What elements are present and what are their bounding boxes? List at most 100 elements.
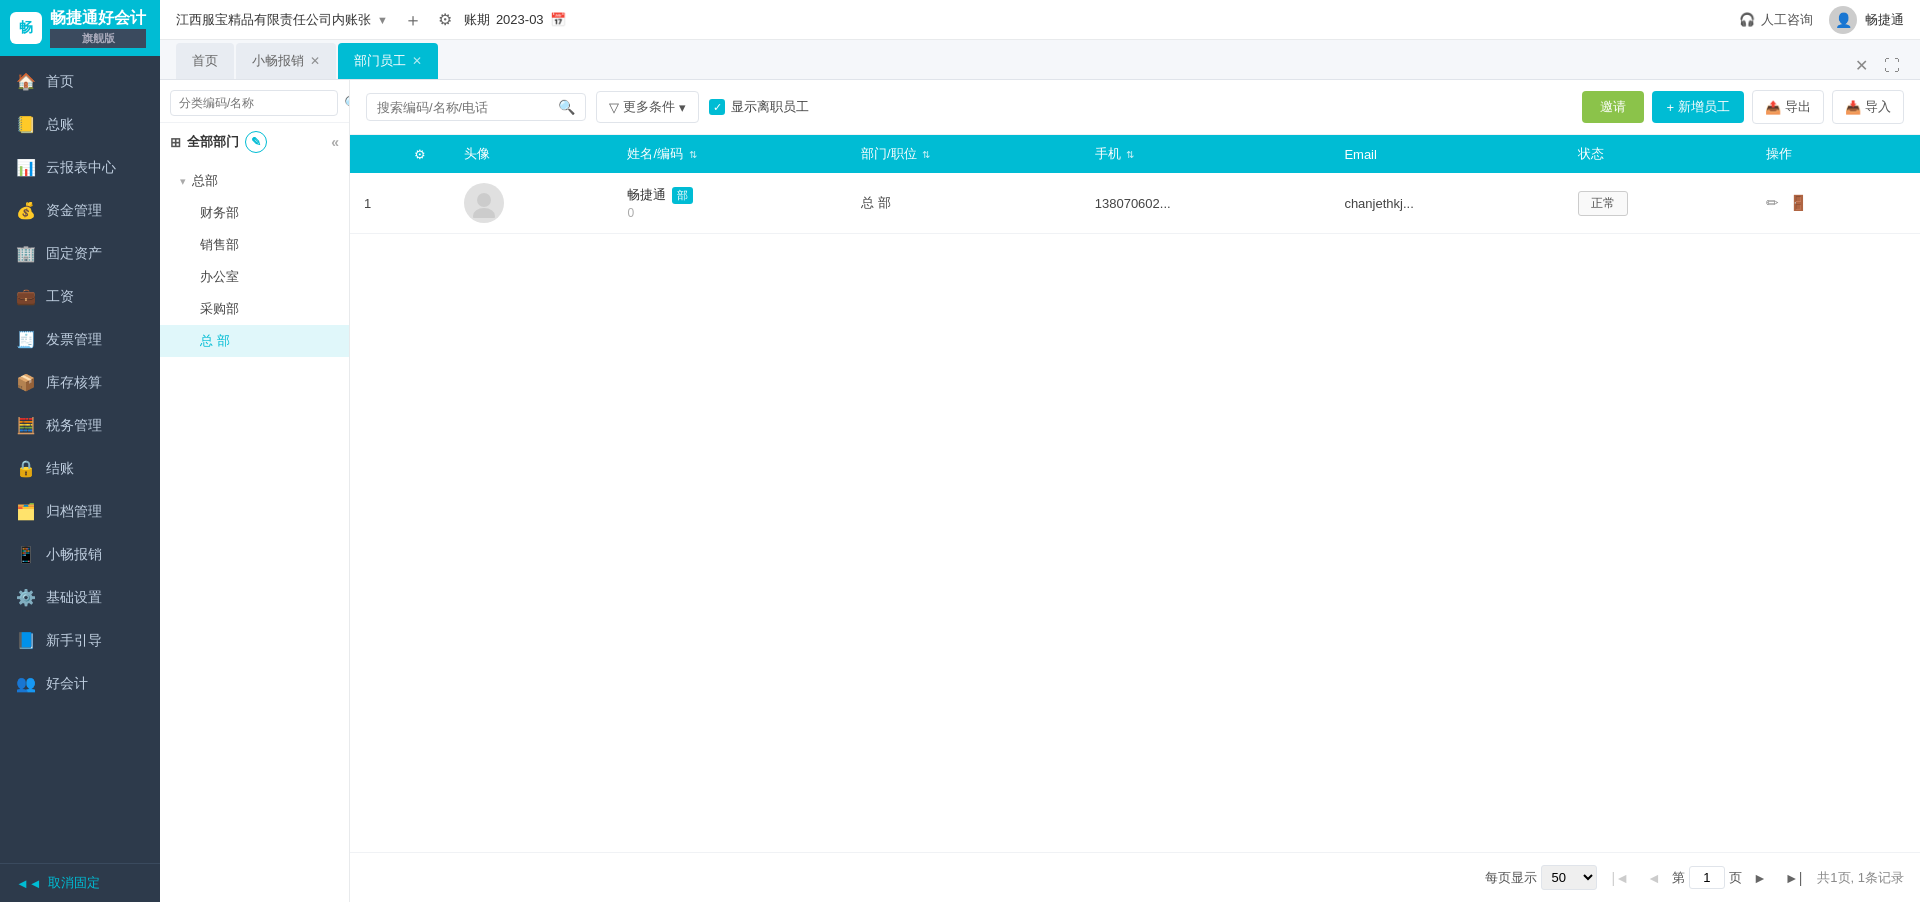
user-info[interactable]: 👤 畅捷通	[1829, 6, 1904, 34]
dept-collapse-icon[interactable]: «	[331, 134, 339, 150]
col-dept-position[interactable]: 部门/职位 ⇅	[847, 135, 1081, 173]
col-phone[interactable]: 手机 ⇅	[1081, 135, 1331, 173]
add-employee-button[interactable]: + 新增员工	[1652, 91, 1744, 123]
toolbar-right: 邀请 + 新增员工 📤 导出 📥 导入	[1582, 90, 1904, 124]
col-actions: 操作	[1752, 135, 1920, 173]
sidebar-item-closing[interactable]: 🔒 结账	[0, 447, 160, 490]
per-page-select[interactable]: 10 20 50 100	[1541, 865, 1597, 890]
sidebar-item-invoice[interactable]: 🧾 发票管理	[0, 318, 160, 361]
dept-child-office[interactable]: 办公室	[160, 261, 349, 293]
page-first-button[interactable]: |◄	[1605, 867, 1637, 889]
all-depts-label: 全部部门	[187, 133, 239, 151]
col-status: 状态	[1564, 135, 1751, 173]
dept-edit-icon[interactable]: ✎	[245, 131, 267, 153]
dept-child-sales[interactable]: 销售部	[160, 229, 349, 261]
add-company-button[interactable]: ＋	[400, 8, 426, 32]
sidebar-label-invoice: 发票管理	[46, 331, 102, 349]
archive-icon: 🗂️	[16, 502, 36, 521]
import-button[interactable]: 📥 导入	[1832, 90, 1904, 124]
sidebar-item-assets[interactable]: 🏢 固定资产	[0, 232, 160, 275]
sidebar-label-archive: 归档管理	[46, 503, 102, 521]
sidebar-item-tax[interactable]: 🧮 税务管理	[0, 404, 160, 447]
tab-dept-employee[interactable]: 部门员工 ✕	[338, 43, 438, 79]
employee-avatar	[464, 183, 504, 223]
home-icon: 🏠	[16, 72, 36, 91]
show-resigned-toggle[interactable]: ✓ 显示离职员工	[709, 98, 809, 116]
sidebar-item-ledger[interactable]: 📒 总账	[0, 103, 160, 146]
dept-root-label: 总部	[192, 172, 218, 190]
sidebar-item-expense[interactable]: 📱 小畅报销	[0, 533, 160, 576]
sidebar-item-home[interactable]: 🏠 首页	[0, 60, 160, 103]
dept-child-headquarters[interactable]: 总 部	[160, 325, 349, 357]
inventory-icon: 📦	[16, 373, 36, 392]
period-selector[interactable]: 账期 2023-03 📅	[464, 11, 566, 29]
employee-search-icon[interactable]: 🔍	[558, 99, 575, 115]
sidebar-item-guide[interactable]: 📘 新手引导	[0, 619, 160, 662]
page-size-selector[interactable]: 每页显示 10 20 50 100	[1485, 865, 1597, 890]
col-avatar: 头像	[450, 135, 613, 173]
dept-child-finance[interactable]: 财务部	[160, 197, 349, 229]
closing-icon: 🔒	[16, 459, 36, 478]
sidebar-item-archive[interactable]: 🗂️ 归档管理	[0, 490, 160, 533]
sidebar-label-settings: 基础设置	[46, 589, 102, 607]
tab-close-button[interactable]: ✕	[1851, 52, 1872, 79]
employee-search-input[interactable]	[377, 100, 552, 115]
page-prev-button[interactable]: ◄	[1640, 867, 1668, 889]
export-label: 导出	[1785, 98, 1811, 116]
sidebar-item-funds[interactable]: 💰 资金管理	[0, 189, 160, 232]
col-settings[interactable]: ⚙	[400, 135, 450, 173]
add-employee-label: 新增员工	[1678, 98, 1730, 116]
sidebar-label-tax: 税务管理	[46, 417, 102, 435]
per-page-label: 每页显示	[1485, 869, 1537, 887]
edit-employee-icon[interactable]: ✏	[1766, 194, 1779, 212]
dept-child-purchase[interactable]: 采购部	[160, 293, 349, 325]
tab-maximize-button[interactable]: ⛶	[1880, 53, 1904, 79]
more-filter-button[interactable]: ▽ 更多条件 ▾	[596, 91, 699, 123]
row-email: chanjethkj...	[1330, 173, 1564, 234]
sidebar-item-inventory[interactable]: 📦 库存核算	[0, 361, 160, 404]
import-label: 导入	[1865, 98, 1891, 116]
col-email: Email	[1330, 135, 1564, 173]
delete-employee-icon[interactable]: 🚪	[1789, 194, 1808, 212]
app-title: 畅捷通好会计	[50, 8, 146, 29]
support-button[interactable]: 🎧 人工咨询	[1739, 11, 1813, 29]
unpin-icon: ◄◄	[16, 876, 42, 891]
page-next-button[interactable]: ►	[1746, 867, 1774, 889]
sidebar-label-ledger: 总账	[46, 116, 74, 134]
resigned-checkbox[interactable]: ✓	[709, 99, 725, 115]
grid-icon: ⊞	[170, 135, 181, 150]
sidebar-item-accounting[interactable]: 👥 好会计	[0, 662, 160, 705]
invite-button[interactable]: 邀请	[1582, 91, 1644, 123]
tab-expense[interactable]: 小畅报销 ✕	[236, 43, 336, 79]
tab-expense-close-icon[interactable]: ✕	[310, 54, 320, 68]
col-name-code[interactable]: 姓名/编码 ⇅	[613, 135, 847, 173]
company-arrow-icon: ▼	[377, 14, 388, 26]
page-total: 共1页, 1条记录	[1817, 869, 1904, 887]
app-version: 旗舰版	[50, 29, 146, 48]
employee-search-box: 🔍	[366, 93, 586, 121]
settings-gear-icon[interactable]: ⚙	[438, 10, 452, 29]
dept-sort-icon: ⇅	[922, 149, 930, 160]
dept-search-input[interactable]	[170, 90, 338, 116]
employee-table: ⚙ 头像 姓名/编码 ⇅ 部门/职位 ⇅ 手机	[350, 135, 1920, 234]
unpin-button[interactable]: ◄◄ 取消固定	[0, 863, 160, 902]
col-index	[350, 135, 400, 173]
sidebar-item-payroll[interactable]: 💼 工资	[0, 275, 160, 318]
row-avatar	[450, 173, 613, 234]
status-badge: 正常	[1578, 191, 1628, 216]
company-selector[interactable]: 江西服宝精品有限责任公司内账张 ▼	[176, 11, 388, 29]
tab-dept-employee-close-icon[interactable]: ✕	[412, 54, 422, 68]
all-depts-header[interactable]: ⊞ 全部部门 ✎ «	[160, 123, 349, 161]
tab-home[interactable]: 首页	[176, 43, 234, 79]
sidebar-label-expense: 小畅报销	[46, 546, 102, 564]
sidebar-item-settings[interactable]: ⚙️ 基础设置	[0, 576, 160, 619]
page-input[interactable]	[1689, 866, 1725, 889]
sidebar-item-reports[interactable]: 📊 云报表中心	[0, 146, 160, 189]
tax-icon: 🧮	[16, 416, 36, 435]
dept-panel: 🔍 ⊞ 全部部门 ✎ « ▾ 总部 财务部 销售部 办公室 采购部 总 部	[160, 80, 350, 902]
page-last-button[interactable]: ►|	[1778, 867, 1810, 889]
dept-node-root[interactable]: ▾ 总部	[160, 165, 349, 197]
export-button[interactable]: 📤 导出	[1752, 90, 1824, 124]
sidebar-label-closing: 结账	[46, 460, 74, 478]
unpin-label: 取消固定	[48, 874, 100, 892]
